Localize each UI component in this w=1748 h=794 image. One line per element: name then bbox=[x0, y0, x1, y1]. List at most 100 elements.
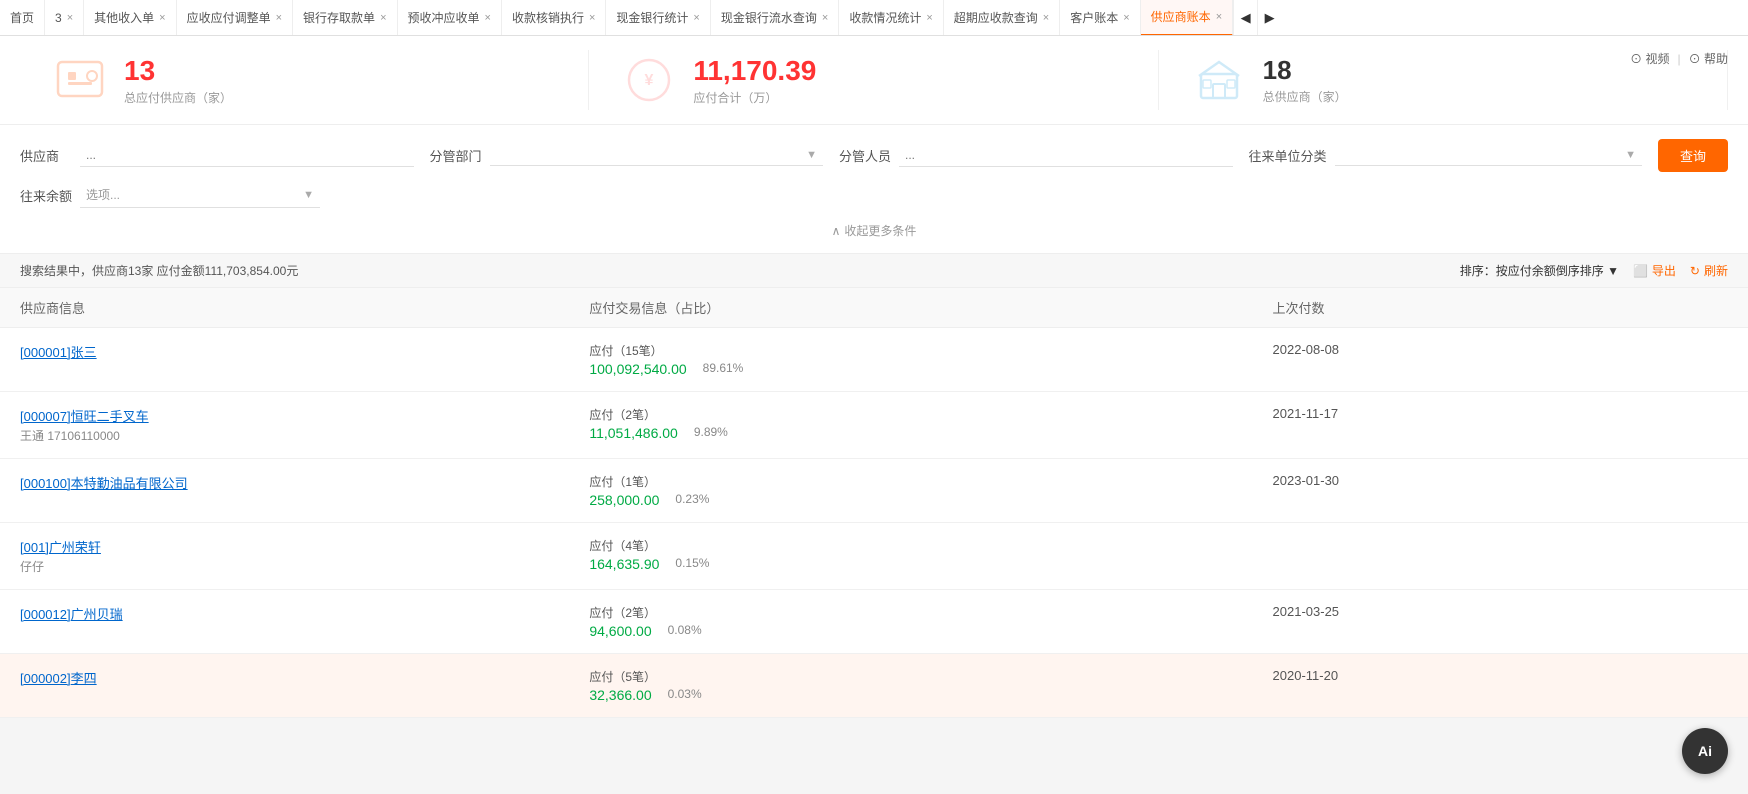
summary-text-payable: 13 总应付供应商（家） bbox=[124, 54, 232, 107]
tx-label: 应付（2笔） bbox=[589, 604, 1272, 621]
supplier-link[interactable]: 张三 bbox=[71, 345, 97, 360]
tx-label: 应付（5笔） bbox=[589, 668, 1272, 685]
supplier-link[interactable]: [000012]广州贝瑞 bbox=[20, 607, 123, 622]
nav-right-arrow[interactable]: ▶ bbox=[1257, 0, 1281, 36]
query-button[interactable]: 查询 bbox=[1658, 139, 1728, 172]
sort-label[interactable]: 排序：按应付余额倒序排序 ▼ bbox=[1460, 262, 1619, 279]
supplier-name: [001]广州荣轩 bbox=[20, 537, 589, 556]
supplier-label: 供应商 bbox=[20, 146, 72, 165]
result-bar: 搜索结果中，供应商13家 应付金额111,703,854.00元 排序：按应付余… bbox=[0, 254, 1748, 288]
store-icon bbox=[1189, 50, 1249, 110]
tx-info: 164,635.90 0.15% bbox=[589, 554, 1272, 572]
nav-tab-receipt-stat[interactable]: 收款情况统计 × bbox=[839, 0, 943, 36]
transaction-info: 应付（5笔） 32,366.00 0.03% bbox=[589, 668, 1272, 703]
balance-label: 往来余额 bbox=[20, 186, 72, 205]
nav-tab-3[interactable]: 3 × bbox=[45, 0, 84, 36]
last-pay-date: 2023-01-30 bbox=[1273, 473, 1340, 488]
nav-tab-cash-bank-query[interactable]: 现金银行流水查询 × bbox=[711, 0, 839, 36]
filter-supplier: 供应商 bbox=[20, 144, 414, 167]
help-link[interactable]: ⊙ 帮助 bbox=[1689, 50, 1728, 67]
refresh-button[interactable]: ↻ 刷新 bbox=[1690, 262, 1728, 279]
close-icon[interactable]: × bbox=[159, 12, 165, 24]
supplier-link[interactable]: [000001] bbox=[20, 345, 71, 360]
close-icon[interactable]: × bbox=[589, 12, 595, 24]
top-right-links: ⊙ 视频 | ⊙ 帮助 bbox=[1630, 50, 1728, 67]
close-icon[interactable]: × bbox=[485, 12, 491, 24]
table-row: [000100]本特勤油品有限公司 应付（1笔） 258,000.00 0.23… bbox=[0, 459, 1748, 523]
chevron-down-icon: ▼ bbox=[303, 189, 314, 201]
supplier-input[interactable] bbox=[80, 144, 414, 167]
transaction-info: 应付（15笔） 100,092,540.00 89.61% bbox=[589, 342, 1272, 377]
summary-card-total-amount: ¥ 11,170.39 应付合计（万） bbox=[589, 50, 1158, 110]
dept-label: 分管部门 bbox=[430, 146, 482, 165]
dept-select[interactable]: ▼ bbox=[490, 145, 823, 166]
supplier-link[interactable]: [000007]恒旺二手叉车 bbox=[20, 409, 149, 424]
filter-row-1: 供应商 分管部门 ▼ 分管人员 往来单位分类 ▼ 查询 bbox=[20, 139, 1728, 172]
export-button[interactable]: ⬜ 导出 bbox=[1633, 262, 1676, 279]
ai-button[interactable]: Ai bbox=[1682, 728, 1728, 774]
supplier-info: [000007]恒旺二手叉车 王通 17106110000 bbox=[20, 406, 589, 444]
supplier-link[interactable]: [000002]李四 bbox=[20, 671, 97, 686]
close-icon[interactable]: × bbox=[380, 12, 386, 24]
category-select[interactable]: ▼ bbox=[1335, 145, 1642, 166]
transaction-info: 应付（1笔） 258,000.00 0.23% bbox=[589, 473, 1272, 508]
close-icon[interactable]: × bbox=[1043, 12, 1049, 24]
close-icon[interactable]: × bbox=[926, 12, 932, 24]
tx-label: 应付（15笔） bbox=[589, 342, 1272, 359]
total-suppliers-label: 总供应商（家） bbox=[1263, 88, 1347, 105]
balance-select[interactable]: 选项... ▼ bbox=[80, 182, 320, 208]
tx-percent: 89.61% bbox=[703, 361, 744, 377]
summary-text-amount: 11,170.39 应付合计（万） bbox=[693, 54, 816, 107]
last-pay: 2021-03-25 bbox=[1273, 604, 1728, 619]
filter-category: 往来单位分类 ▼ bbox=[1249, 145, 1643, 166]
category-label: 往来单位分类 bbox=[1249, 146, 1327, 165]
supplier-link[interactable]: [001]广州荣轩 bbox=[20, 540, 101, 555]
supplier-info: [000100]本特勤油品有限公司 bbox=[20, 473, 589, 492]
tx-info: 94,600.00 0.08% bbox=[589, 621, 1272, 639]
close-icon[interactable]: × bbox=[1123, 12, 1129, 24]
supplier-info: [000012]广州贝瑞 bbox=[20, 604, 589, 623]
col-header-lastpay: 上次付数 bbox=[1273, 298, 1728, 317]
supplier-link[interactable]: [000100]本特勤油品有限公司 bbox=[20, 476, 188, 491]
top-navigation: 首页 3 × 其他收入单 × 应收应付调整单 × 银行存取款单 × 预收冲应收单… bbox=[0, 0, 1748, 36]
table-row: [001]广州荣轩 仔仔 应付（4笔） 164,635.90 0.15% bbox=[0, 523, 1748, 590]
close-icon[interactable]: × bbox=[822, 12, 828, 24]
refresh-icon: ↻ bbox=[1690, 264, 1700, 278]
transaction-info: 应付（2笔） 94,600.00 0.08% bbox=[589, 604, 1272, 639]
chevron-down-icon: ▼ bbox=[1625, 149, 1636, 161]
nav-left-arrow[interactable]: ◀ bbox=[1233, 0, 1257, 36]
collapse-button[interactable]: ∧ 收起更多条件 bbox=[20, 218, 1728, 243]
transaction-info: 应付（4笔） 164,635.90 0.15% bbox=[589, 537, 1272, 572]
close-icon[interactable]: × bbox=[276, 12, 282, 24]
chevron-down-icon: ▼ bbox=[1607, 264, 1619, 278]
nav-tab-other-income[interactable]: 其他收入单 × bbox=[84, 0, 176, 36]
nav-tab-supplier-ledger[interactable]: 供应商账本 × bbox=[1141, 0, 1233, 36]
balance-value: 选项... bbox=[86, 186, 120, 203]
video-link[interactable]: ⊙ 视频 bbox=[1630, 50, 1669, 67]
supplier-info: [000002]李四 bbox=[20, 668, 589, 687]
main-table: 供应商信息 应付交易信息（占比） 上次付数 [000001]张三 应付（15笔）… bbox=[0, 288, 1748, 718]
nav-tab-bank-deposit[interactable]: 银行存取款单 × bbox=[293, 0, 397, 36]
nav-tab-advance-receivable[interactable]: 预收冲应收单 × bbox=[398, 0, 502, 36]
nav-tab-overdue-receivable[interactable]: 超期应收款查询 × bbox=[944, 0, 1060, 36]
last-pay-date: 2020-11-20 bbox=[1273, 668, 1339, 683]
svg-text:¥: ¥ bbox=[645, 72, 654, 89]
close-icon[interactable]: × bbox=[67, 12, 73, 24]
tx-amount: 164,635.90 bbox=[589, 556, 659, 572]
supplier-sub: 仔仔 bbox=[20, 558, 589, 575]
tx-percent: 0.23% bbox=[675, 492, 709, 508]
nav-tab-receipt-verification[interactable]: 收款核销执行 × bbox=[502, 0, 606, 36]
col-header-supplier: 供应商信息 bbox=[20, 298, 589, 317]
last-pay-date: 2021-03-25 bbox=[1273, 604, 1340, 619]
person-input[interactable] bbox=[899, 144, 1232, 167]
nav-tab-home[interactable]: 首页 bbox=[0, 0, 45, 36]
last-pay: 2020-11-20 bbox=[1273, 668, 1728, 683]
tx-percent: 9.89% bbox=[694, 425, 728, 441]
nav-tab-customer-ledger[interactable]: 客户账本 × bbox=[1060, 0, 1140, 36]
nav-tab-cash-bank-stat[interactable]: 现金银行统计 × bbox=[606, 0, 710, 36]
supplier-name: [000001]张三 bbox=[20, 342, 589, 361]
close-icon[interactable]: × bbox=[1216, 11, 1222, 23]
total-suppliers-number: 18 bbox=[1263, 55, 1347, 86]
nav-tab-receivable-adjust[interactable]: 应收应付调整单 × bbox=[177, 0, 293, 36]
close-icon[interactable]: × bbox=[693, 12, 699, 24]
